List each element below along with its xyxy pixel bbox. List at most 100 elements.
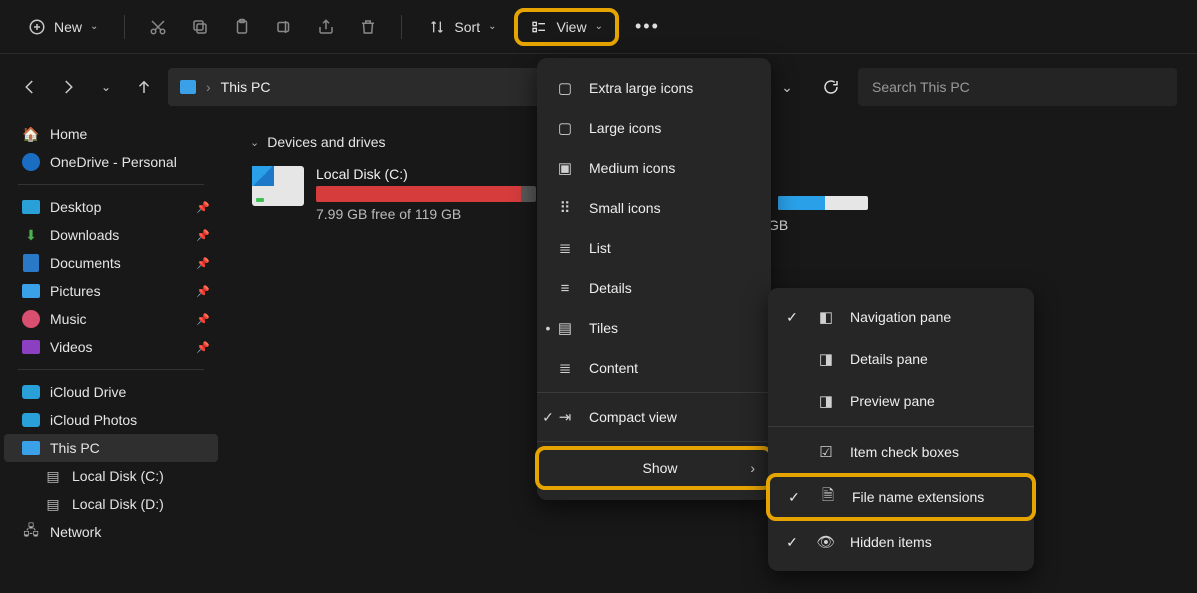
- view-button-highlight: View ⌄: [514, 8, 618, 46]
- label: Compact view: [589, 409, 677, 425]
- compact-icon: ⇥: [555, 408, 575, 426]
- capacity-bar-partial: [778, 196, 868, 210]
- label: Details pane: [850, 351, 928, 367]
- delete-icon[interactable]: [351, 10, 385, 44]
- sidebar-item-home[interactable]: 🏠 Home: [4, 120, 218, 148]
- label: iCloud Photos: [50, 412, 137, 428]
- sort-button[interactable]: Sort ⌄: [418, 14, 506, 40]
- address-dropdown[interactable]: ⌄: [770, 68, 804, 106]
- chevron-down-icon: ⌄: [250, 136, 259, 149]
- separator: [401, 15, 402, 39]
- label: Local Disk (C:): [72, 468, 164, 484]
- sidebar-item-network[interactable]: 🖧 Network: [4, 518, 218, 546]
- sidebar-item-music[interactable]: Music 📌: [4, 305, 218, 333]
- copy-icon[interactable]: [183, 10, 217, 44]
- sidebar-item-pictures[interactable]: Pictures 📌: [4, 277, 218, 305]
- music-icon: [22, 310, 40, 328]
- rename-icon[interactable]: [267, 10, 301, 44]
- view-menu-item-lg-icons[interactable]: ▢ Large icons: [537, 108, 771, 148]
- label: Downloads: [50, 227, 119, 243]
- new-button[interactable]: New ⌄: [18, 14, 108, 40]
- show-item-file-extensions[interactable]: ✓ 🗎 File name extensions: [766, 473, 1036, 521]
- lg-icons-icon: ▢: [555, 119, 575, 137]
- label: Pictures: [50, 283, 101, 299]
- show-item-hidden-items[interactable]: ✓ 👁 Hidden items: [768, 521, 1034, 563]
- label: Network: [50, 524, 101, 540]
- chevron-right-icon: ›: [750, 460, 755, 476]
- label: Details: [589, 280, 632, 296]
- pin-icon: 📌: [196, 229, 210, 242]
- back-button[interactable]: [16, 73, 44, 101]
- label: Medium icons: [589, 160, 675, 176]
- label: iCloud Drive: [50, 384, 126, 400]
- view-menu-item-details[interactable]: ≡ Details: [537, 268, 771, 308]
- sidebar-item-desktop[interactable]: Desktop 📌: [4, 193, 218, 221]
- capacity-fill: [316, 186, 521, 202]
- label: Documents: [50, 255, 121, 271]
- view-icon: [530, 18, 548, 36]
- refresh-button[interactable]: [814, 68, 848, 106]
- view-menu-item-tiles[interactable]: • ▤ Tiles: [537, 308, 771, 348]
- label: Navigation pane: [850, 309, 951, 325]
- view-button[interactable]: View ⌄: [524, 14, 608, 40]
- documents-icon: [22, 254, 40, 272]
- content-icon: ≣: [555, 359, 575, 377]
- sidebar-item-downloads[interactable]: ⬇ Downloads 📌: [4, 221, 218, 249]
- show-item-details-pane[interactable]: ◨ Details pane: [768, 338, 1034, 380]
- sm-icons-icon: ⠿: [555, 199, 575, 217]
- pin-icon: 📌: [196, 201, 210, 214]
- view-menu-item-compact[interactable]: ✓ ⇥ Compact view: [537, 397, 771, 437]
- breadcrumb-location[interactable]: This PC: [221, 79, 271, 95]
- label: Music: [50, 311, 87, 327]
- separator: [537, 392, 771, 393]
- show-item-preview-pane[interactable]: ◨ Preview pane: [768, 380, 1034, 422]
- navigation-pane: 🏠 Home OneDrive - Personal Desktop 📌 ⬇ D…: [0, 112, 222, 593]
- view-menu-item-content[interactable]: ≣ Content: [537, 348, 771, 388]
- sort-label: Sort: [454, 19, 480, 35]
- more-button[interactable]: •••: [627, 16, 668, 37]
- label: Home: [50, 126, 87, 142]
- downloads-icon: ⬇: [22, 226, 40, 244]
- view-menu-item-xl-icons[interactable]: ▢ Extra large icons: [537, 68, 771, 108]
- sidebar-item-icloud-drive[interactable]: iCloud Drive: [4, 378, 218, 406]
- search-placeholder: Search This PC: [872, 79, 970, 95]
- pictures-icon: [22, 282, 40, 300]
- paste-icon[interactable]: [225, 10, 259, 44]
- label: Videos: [50, 339, 93, 355]
- view-menu-item-list[interactable]: ≣ List: [537, 228, 771, 268]
- forward-button[interactable]: [54, 73, 82, 101]
- pin-icon: 📌: [196, 285, 210, 298]
- label: Tiles: [589, 320, 618, 336]
- search-input[interactable]: Search This PC: [858, 68, 1177, 106]
- sidebar-item-icloud-photos[interactable]: iCloud Photos: [4, 406, 218, 434]
- show-item-check-boxes[interactable]: ☑ Item check boxes: [768, 431, 1034, 473]
- check-icon: ✓: [782, 309, 802, 326]
- share-icon[interactable]: [309, 10, 343, 44]
- sidebar-item-documents[interactable]: Documents 📌: [4, 249, 218, 277]
- view-menu-item-sm-icons[interactable]: ⠿ Small icons: [537, 188, 771, 228]
- sidebar-item-videos[interactable]: Videos 📌: [4, 333, 218, 361]
- file-icon: 🗎: [818, 485, 838, 510]
- label: File name extensions: [852, 489, 984, 505]
- capacity-bar: [316, 186, 536, 202]
- cut-icon[interactable]: [141, 10, 175, 44]
- sidebar-item-onedrive[interactable]: OneDrive - Personal: [4, 148, 218, 176]
- md-icons-icon: ▣: [555, 159, 575, 177]
- pane-icon: ◨: [816, 350, 836, 368]
- drive-item-c[interactable]: Local Disk (C:) 7.99 GB free of 119 GB: [246, 160, 556, 228]
- view-menu-item-show[interactable]: Show ›: [535, 446, 773, 490]
- show-item-navigation-pane[interactable]: ✓ ◧ Navigation pane: [768, 296, 1034, 338]
- label: List: [589, 240, 611, 256]
- sidebar-item-this-pc[interactable]: This PC: [4, 434, 218, 462]
- eye-icon: 👁: [816, 533, 836, 551]
- view-menu-item-md-icons[interactable]: ▣ Medium icons: [537, 148, 771, 188]
- pane-icon: ◨: [816, 392, 836, 410]
- up-button[interactable]: [130, 73, 158, 101]
- sidebar-item-disk-c[interactable]: ▤ Local Disk (C:): [4, 462, 218, 490]
- separator: [537, 441, 771, 442]
- disk-icon: ▤: [44, 495, 62, 513]
- sidebar-item-disk-d[interactable]: ▤ Local Disk (D:): [4, 490, 218, 518]
- show-submenu: ✓ ◧ Navigation pane ◨ Details pane ◨ Pre…: [768, 288, 1034, 571]
- recent-locations-button[interactable]: ⌄: [92, 73, 120, 101]
- xl-icons-icon: ▢: [555, 79, 575, 97]
